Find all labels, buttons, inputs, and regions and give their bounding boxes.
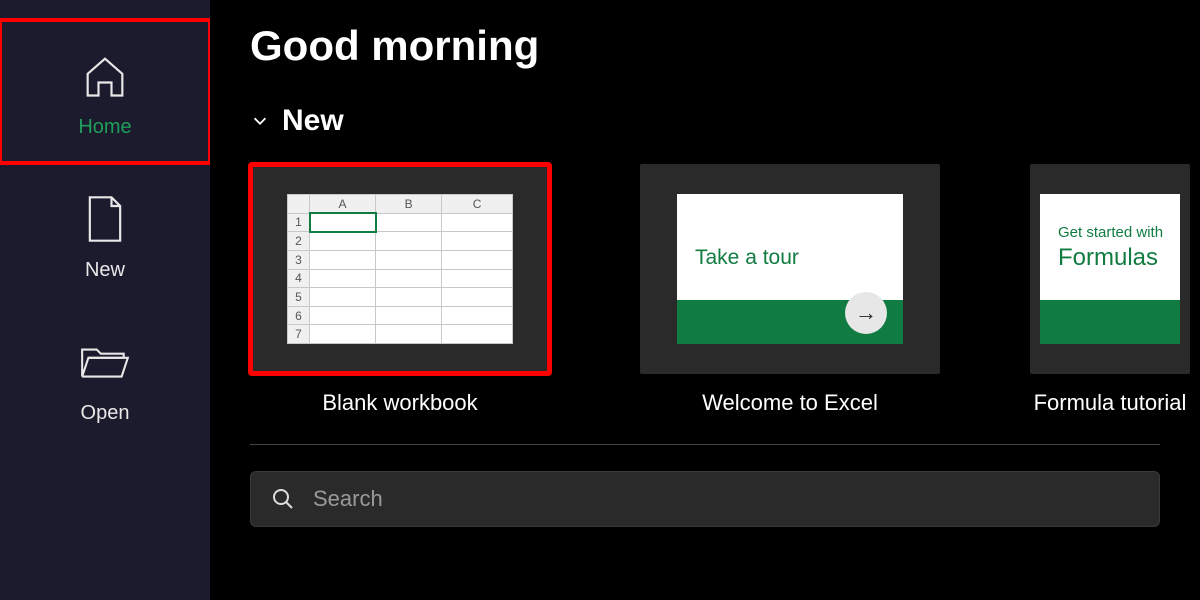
section-title: New [282, 104, 344, 138]
chevron-down-icon [250, 111, 270, 131]
search-input[interactable] [313, 486, 1139, 512]
main-panel: Good morning New ABC 1 2 3 [210, 0, 1200, 600]
template-row: ABC 1 2 3 4 5 6 7 Blank workbook [250, 164, 1200, 416]
sidebar-item-home[interactable]: Home [0, 20, 210, 163]
sidebar-item-open[interactable]: Open [0, 306, 210, 449]
template-thumb: ABC 1 2 3 4 5 6 7 [250, 164, 550, 374]
formula-line1: Get started with [1058, 224, 1163, 241]
tour-preview-icon: Take a tour → [677, 194, 903, 344]
sidebar-item-label: Open [81, 402, 130, 425]
formula-line2: Formulas [1058, 244, 1158, 272]
spreadsheet-preview-icon: ABC 1 2 3 4 5 6 7 [287, 194, 513, 344]
search-box[interactable] [250, 471, 1160, 527]
template-thumb: Take a tour → [640, 164, 940, 374]
app-root: Home New Open Good morning [0, 0, 1200, 600]
template-label: Welcome to Excel [702, 390, 878, 416]
formula-preview-icon: Get started with Formulas [1040, 194, 1180, 344]
sidebar-item-label: New [85, 259, 125, 282]
divider [250, 444, 1160, 445]
section-header-new[interactable]: New [250, 104, 1200, 138]
template-thumb: Get started with Formulas [1030, 164, 1190, 374]
home-icon [77, 48, 133, 104]
template-welcome[interactable]: Take a tour → Welcome to Excel [640, 164, 940, 416]
search-wrap [250, 471, 1160, 527]
template-label: Formula tutorial [1034, 390, 1187, 416]
tour-text: Take a tour [695, 246, 799, 270]
search-icon [271, 487, 295, 511]
template-formula-tutorial[interactable]: Get started with Formulas Formula tutori… [1030, 164, 1190, 416]
template-blank-workbook[interactable]: ABC 1 2 3 4 5 6 7 Blank workbook [250, 164, 550, 416]
sidebar-item-label: Home [78, 116, 131, 139]
open-folder-icon [77, 334, 133, 390]
new-file-icon [77, 191, 133, 247]
sidebar-item-new[interactable]: New [0, 163, 210, 306]
arrow-right-icon: → [845, 292, 887, 334]
template-label: Blank workbook [322, 390, 477, 416]
sidebar: Home New Open [0, 0, 210, 600]
greeting-text: Good morning [250, 22, 1200, 70]
